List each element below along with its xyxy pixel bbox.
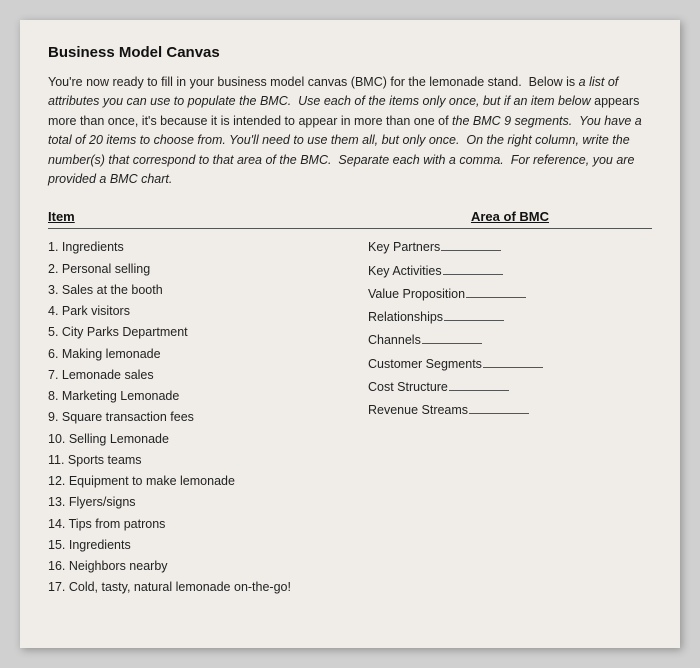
list-item: 16. Neighbors nearby (48, 556, 368, 577)
bmc-area-label: Key Partners (368, 237, 440, 258)
bmc-answer-line[interactable] (443, 274, 503, 275)
bmc-answer-line[interactable] (422, 343, 482, 344)
bmc-answer-line[interactable] (449, 390, 509, 391)
table-body: 1. Ingredients 2. Personal selling 3. Sa… (48, 237, 652, 598)
bmc-area-label: Cost Structure (368, 377, 448, 398)
bmc-area-row: Key Partners (368, 237, 652, 258)
bmc-area-label: Relationships (368, 307, 443, 328)
list-item: 15. Ingredients (48, 535, 368, 556)
bmc-area-row: Value Proposition (368, 284, 652, 305)
list-item: 1. Ingredients (48, 237, 368, 258)
bmc-area-row: Revenue Streams (368, 400, 652, 421)
page-container: Business Model Canvas You're now ready t… (20, 20, 680, 648)
list-item: 4. Park visitors (48, 301, 368, 322)
bmc-answer-line[interactable] (441, 250, 501, 251)
list-item: 6. Making lemonade (48, 344, 368, 365)
list-item: 11. Sports teams (48, 450, 368, 471)
list-item: 7. Lemonade sales (48, 365, 368, 386)
bmc-answer-line[interactable] (466, 297, 526, 298)
bmc-area-row: Key Activities (368, 261, 652, 282)
list-item: 14. Tips from patrons (48, 514, 368, 535)
list-item: 2. Personal selling (48, 259, 368, 280)
bmc-area-label: Value Proposition (368, 284, 465, 305)
bmc-area-label: Channels (368, 330, 421, 351)
list-item: 17. Cold, tasty, natural lemonade on-the… (48, 577, 368, 598)
list-item: 5. City Parks Department (48, 322, 368, 343)
bmc-column: Key Partners Key Activities Value Propos… (368, 237, 652, 598)
page-title: Business Model Canvas (48, 44, 652, 61)
bmc-answer-line[interactable] (469, 413, 529, 414)
bmc-area-row: Customer Segments (368, 354, 652, 375)
list-item: 3. Sales at the booth (48, 280, 368, 301)
items-column: 1. Ingredients 2. Personal selling 3. Sa… (48, 237, 368, 598)
bmc-area-row: Cost Structure (368, 377, 652, 398)
intro-text: You're now ready to fill in your busines… (48, 73, 652, 189)
list-item: 13. Flyers/signs (48, 492, 368, 513)
table-header: Item Area of BMC (48, 209, 652, 229)
bmc-area-label: Revenue Streams (368, 400, 468, 421)
table-section: Item Area of BMC 1. Ingredients 2. Perso… (48, 209, 652, 598)
bmc-area-row: Channels (368, 330, 652, 351)
bmc-area-label: Key Activities (368, 261, 442, 282)
list-item: 8. Marketing Lemonade (48, 386, 368, 407)
bmc-area-row: Relationships (368, 307, 652, 328)
column-bmc-header: Area of BMC (368, 209, 652, 224)
list-item: 10. Selling Lemonade (48, 429, 368, 450)
bmc-answer-line[interactable] (444, 320, 504, 321)
column-item-header: Item (48, 209, 368, 224)
list-item: 12. Equipment to make lemonade (48, 471, 368, 492)
bmc-answer-line[interactable] (483, 367, 543, 368)
list-item: 9. Square transaction fees (48, 407, 368, 428)
bmc-area-label: Customer Segments (368, 354, 482, 375)
